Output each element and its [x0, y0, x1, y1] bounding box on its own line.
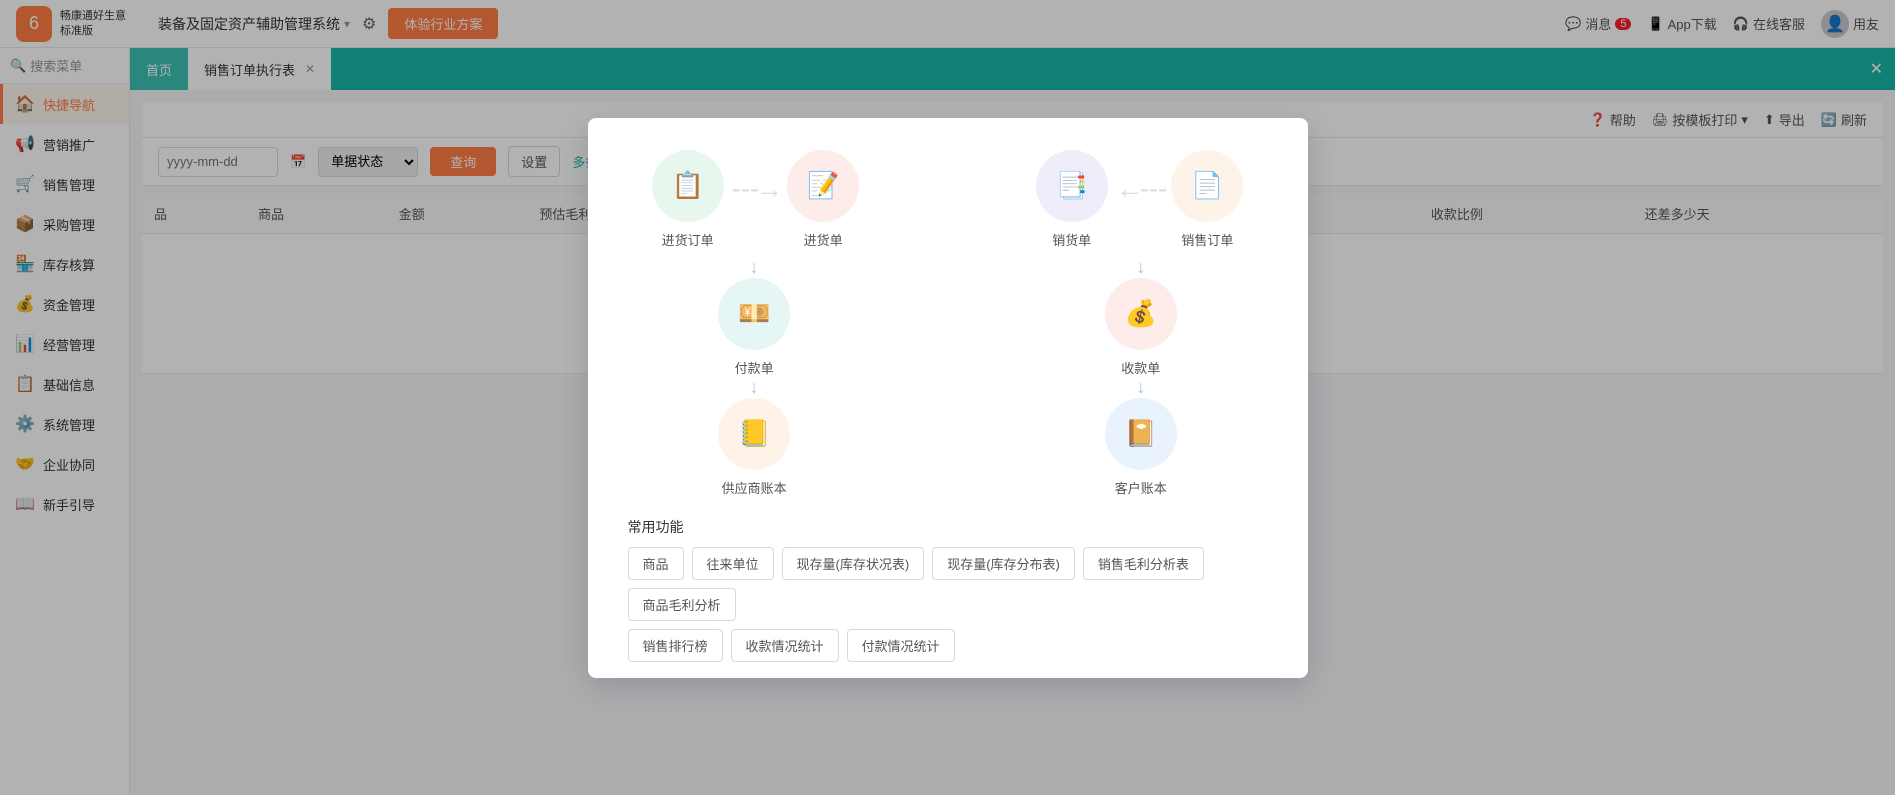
purchase-bill-label: 进货单 — [804, 230, 843, 249]
receipt-label: 收款单 — [1121, 358, 1160, 377]
sales-bill-label: 销货单 — [1052, 230, 1091, 249]
flow-node-sales-order: 📄 销售订单 — [1171, 150, 1243, 249]
sales-order-circle: 📄 — [1171, 150, 1243, 222]
purchase-bill-circle: 📝 — [787, 150, 859, 222]
flow-node-supplier-account: 📒 供应商账本 — [718, 398, 790, 497]
cf-btn-contacts[interactable]: 往来单位 — [692, 547, 774, 580]
purchase-order-label: 进货订单 — [662, 230, 714, 249]
flow-node-purchase-bill: 📝 进货单 — [787, 150, 859, 249]
customer-account-label: 客户账本 — [1115, 478, 1167, 497]
common-function-buttons-row2: 销售排行榜 收款情况统计 付款情况统计 — [628, 629, 1268, 662]
cf-btn-goods[interactable]: 商品 — [628, 547, 684, 580]
cf-btn-sales-rank[interactable]: 销售排行榜 — [628, 629, 723, 662]
cf-btn-sales-profit[interactable]: 销售毛利分析表 — [1083, 547, 1204, 580]
down-arrow-purchase: ↓ — [750, 257, 759, 278]
purchase-order-circle: 📋 — [652, 150, 724, 222]
common-functions-title: 常用功能 — [628, 517, 1268, 537]
cf-btn-receipt-stats[interactable]: 收款情况统计 — [731, 629, 839, 662]
sales-order-label: 销售订单 — [1181, 230, 1233, 249]
cf-btn-stock-dist[interactable]: 现存量(库存分布表) — [932, 547, 1075, 580]
supplier-account-circle: 📒 — [718, 398, 790, 470]
common-function-buttons: 商品 往来单位 现存量(库存状况表) 现存量(库存分布表) 销售毛利分析表 商品… — [628, 547, 1268, 621]
flow-node-customer-account: 📔 客户账本 — [1105, 398, 1177, 497]
supplier-account-label: 供应商账本 — [722, 478, 787, 497]
quick-nav-modal: 📋 进货订单 - - -→ 📝 进货单 — [588, 118, 1308, 678]
flow-node-receipt: 💰 收款单 — [1105, 278, 1177, 377]
flow-node-sales-bill: 📑 销货单 — [1036, 150, 1108, 249]
payment-circle: 💴 — [718, 278, 790, 350]
modal-overlay[interactable]: 📋 进货订单 - - -→ 📝 进货单 — [0, 0, 1895, 795]
common-functions: 常用功能 商品 往来单位 现存量(库存状况表) 现存量(库存分布表) 销售毛利分… — [628, 517, 1268, 662]
customer-account-circle: 📔 — [1105, 398, 1177, 470]
down-arrow-receipt: ↓ — [1136, 377, 1145, 398]
modal-body: 📋 进货订单 - - -→ 📝 进货单 — [588, 118, 1308, 678]
receipt-circle: 💰 — [1105, 278, 1177, 350]
flow-node-purchase-order: 📋 进货订单 — [652, 150, 724, 249]
arrow-right-1: - - -→ — [732, 173, 780, 205]
cf-btn-stock-status[interactable]: 现存量(库存状况表) — [782, 547, 925, 580]
flow-node-payment: 💴 付款单 — [718, 278, 790, 377]
cf-btn-payment-stats[interactable]: 付款情况统计 — [847, 629, 955, 662]
payment-label: 付款单 — [735, 358, 774, 377]
sales-bill-circle: 📑 — [1036, 150, 1108, 222]
scroll-right-arrow[interactable]: ▶ — [1261, 676, 1272, 678]
cf-btn-goods-profit[interactable]: 商品毛利分析 — [628, 588, 736, 621]
down-arrow-payment: ↓ — [750, 377, 759, 398]
down-arrow-sales: ↓ — [1136, 257, 1145, 278]
arrow-left-1: ←- - - — [1116, 173, 1164, 205]
